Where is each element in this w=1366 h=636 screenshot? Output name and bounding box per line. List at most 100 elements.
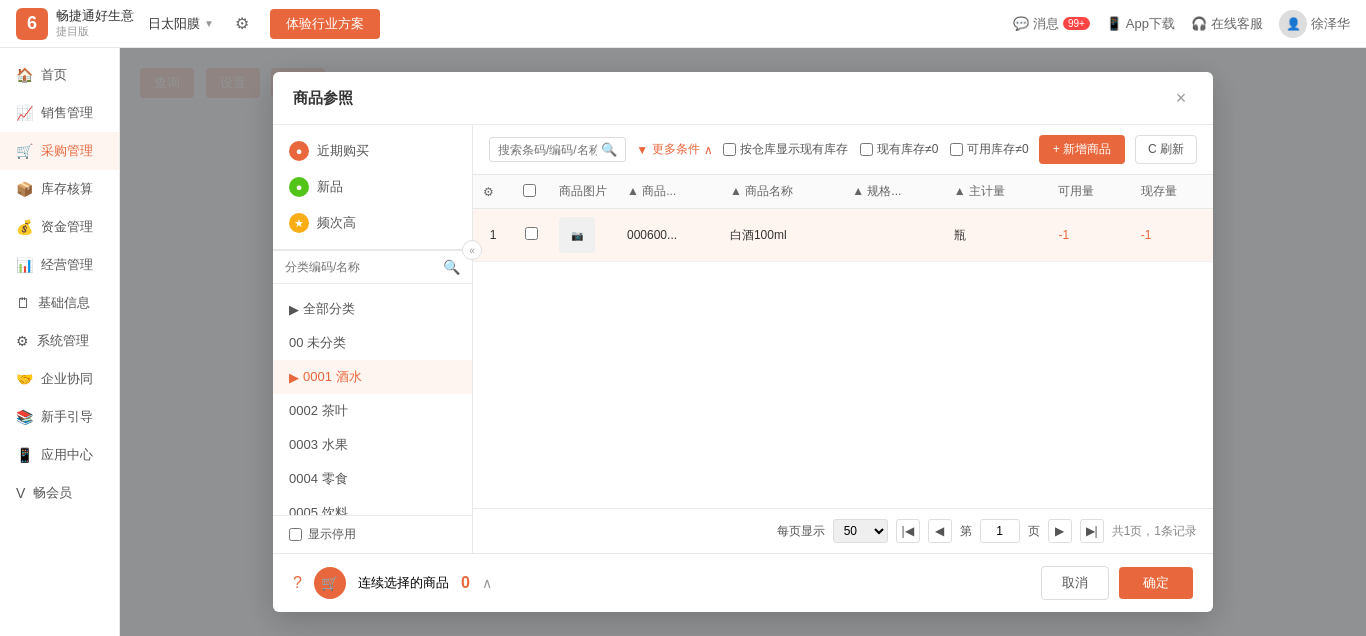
th-avail-label: 可用量 <box>1058 184 1094 198</box>
page-prev-button[interactable]: ◀ <box>928 519 952 543</box>
add-product-button[interactable]: + 新增商品 <box>1039 135 1125 164</box>
th-code[interactable]: ▲ 商品... <box>617 175 720 209</box>
inventory-icon: 📦 <box>16 181 33 197</box>
th-settings[interactable]: ⚙ <box>473 175 513 209</box>
store-arrow-icon: ▼ <box>204 18 214 29</box>
product-search-input[interactable] <box>498 143 597 157</box>
cb-warehouse-label[interactable]: 按仓库显示现有库存 <box>723 141 848 158</box>
collapse-footer-button[interactable]: ∧ <box>482 575 492 591</box>
cat-0002[interactable]: 0002 茶叶 <box>273 394 472 428</box>
brand-text: 畅捷通好生意 捷目版 <box>56 8 134 40</box>
table-row[interactable]: 1 📷 000600... 白酒100ml <box>473 209 1213 262</box>
modal-close-button[interactable]: × <box>1169 86 1193 110</box>
sidebar-label-base: 基础信息 <box>38 294 90 312</box>
collapse-left-panel-button[interactable]: « <box>462 240 482 260</box>
page-input[interactable] <box>980 519 1020 543</box>
sidebar-item-finance[interactable]: 💰 资金管理 <box>0 208 119 246</box>
cb-stock-label[interactable]: 现有库存≠0 <box>860 141 938 158</box>
sidebar-item-member[interactable]: V 畅会员 <box>0 474 119 512</box>
cat-00[interactable]: 00 未分类 <box>273 326 472 360</box>
cb-stock-ne0[interactable] <box>860 143 873 156</box>
app-download-item[interactable]: 📱 App下载 <box>1106 15 1175 33</box>
category-tree: ▶ 全部分类 00 未分类 ▶ 0001 酒水 0002 茶 <box>273 284 472 515</box>
page-last-button[interactable]: ▶| <box>1080 519 1104 543</box>
quick-nav-recent[interactable]: ● 近期购买 <box>273 133 472 169</box>
cell-avail: -1 <box>1048 209 1130 262</box>
cat-0005[interactable]: 0005 饮料 <box>273 496 472 515</box>
settings-button[interactable]: ⚙ <box>226 8 258 40</box>
page-first-button[interactable]: |◀ <box>896 519 920 543</box>
sidebar-item-apps[interactable]: 📱 应用中心 <box>0 436 119 474</box>
th-spec[interactable]: ▲ 规格... <box>842 175 944 209</box>
cat-0003-label: 0003 水果 <box>289 436 348 454</box>
cell-unit: 瓶 <box>944 209 1049 262</box>
refresh-button[interactable]: C 刷新 <box>1135 135 1197 164</box>
quick-nav-freq[interactable]: ★ 频次高 <box>273 205 472 241</box>
more-filter-button[interactable]: ▼ 更多条件 ∧ <box>636 141 713 158</box>
help-icon[interactable]: ? <box>293 574 302 592</box>
sidebar-item-base[interactable]: 🗒 基础信息 <box>0 284 119 322</box>
cb-avail-ne0[interactable] <box>950 143 963 156</box>
table-header: ⚙ 商品图片 ▲ 商品... <box>473 175 1213 209</box>
recent-icon: ● <box>289 141 309 161</box>
cb-avail-text: 可用库存≠0 <box>967 141 1028 158</box>
operation-icon: 📊 <box>16 257 33 273</box>
cat-all[interactable]: ▶ 全部分类 <box>273 292 472 326</box>
th-name[interactable]: ▲ 商品名称 <box>720 175 842 209</box>
cb-warehouse[interactable] <box>723 143 736 156</box>
cat-0003[interactable]: 0003 水果 <box>273 428 472 462</box>
product-search-icon[interactable]: 🔍 <box>601 142 617 157</box>
nav-right: 💬 消息 99+ 📱 App下载 🎧 在线客服 👤 徐泽华 <box>1013 10 1350 38</box>
cell-stock: -1 <box>1131 209 1213 262</box>
sidebar-item-collab[interactable]: 🤝 企业协同 <box>0 360 119 398</box>
user-avatar: 👤 <box>1279 10 1307 38</box>
product-table-wrap: ⚙ 商品图片 ▲ 商品... <box>473 175 1213 508</box>
logo-icon: 6 <box>16 8 48 40</box>
sidebar-item-sales[interactable]: 📈 销售管理 <box>0 94 119 132</box>
modal-footer: ? 🛒 连续选择的商品 0 ∧ 取消 确定 <box>273 553 1213 612</box>
modal-header: 商品参照 × <box>273 72 1213 125</box>
sidebar-label-member: 畅会员 <box>33 484 72 502</box>
sidebar-item-home[interactable]: 🏠 首页 <box>0 56 119 94</box>
sidebar-label-home: 首页 <box>41 66 67 84</box>
select-all-checkbox[interactable] <box>523 184 536 197</box>
page-next-button[interactable]: ▶ <box>1048 519 1072 543</box>
online-service-item[interactable]: 🎧 在线客服 <box>1191 15 1263 33</box>
category-search-icon[interactable]: 🔍 <box>443 259 460 275</box>
cb-avail-label[interactable]: 可用库存≠0 <box>950 141 1028 158</box>
modal-overlay: 商品参照 × ● 近期购买 ● <box>120 48 1366 636</box>
user-item[interactable]: 👤 徐泽华 <box>1279 10 1350 38</box>
cell-checkbox[interactable] <box>513 209 549 262</box>
trial-button[interactable]: 体验行业方案 <box>270 9 380 39</box>
sidebar-item-inventory[interactable]: 📦 库存核算 <box>0 170 119 208</box>
sidebar-item-purchase[interactable]: 🛒 采购管理 <box>0 132 119 170</box>
sidebar-item-system[interactable]: ⚙ 系统管理 <box>0 322 119 360</box>
message-item[interactable]: 💬 消息 99+ <box>1013 15 1090 33</box>
cancel-button[interactable]: 取消 <box>1041 566 1109 600</box>
page-size-select[interactable]: 10 20 50 100 <box>833 519 888 543</box>
confirm-button[interactable]: 确定 <box>1119 567 1193 599</box>
sidebar-label-apps: 应用中心 <box>41 446 93 464</box>
th-name-label: ▲ 商品名称 <box>730 184 793 198</box>
category-search-input[interactable] <box>285 260 437 274</box>
th-unit-label: ▲ 主计量 <box>954 184 1005 198</box>
row-checkbox[interactable] <box>525 227 538 240</box>
th-unit[interactable]: ▲ 主计量 <box>944 175 1049 209</box>
quick-nav: ● 近期购买 ● 新品 ★ 频次高 <box>273 125 472 250</box>
cart-icon[interactable]: 🛒 <box>314 567 346 599</box>
quick-nav-new[interactable]: ● 新品 <box>273 169 472 205</box>
sidebar-item-guide[interactable]: 📚 新手引导 <box>0 398 119 436</box>
cat-0004[interactable]: 0004 零食 <box>273 462 472 496</box>
cat-all-arrow: ▶ <box>289 302 299 317</box>
cat-0001-arrow: ▶ <box>289 370 299 385</box>
guide-icon: 📚 <box>16 409 33 425</box>
store-selector[interactable]: 日太阳膜 ▼ <box>148 15 214 33</box>
cell-name: 白酒100ml <box>720 209 842 262</box>
show-disabled-checkbox[interactable] <box>289 528 302 541</box>
th-stock-label: 现存量 <box>1141 184 1177 198</box>
table-body: 1 📷 000600... 白酒100ml <box>473 209 1213 262</box>
sidebar-item-operation[interactable]: 📊 经营管理 <box>0 246 119 284</box>
cat-0001[interactable]: ▶ 0001 酒水 <box>273 360 472 394</box>
modal-title: 商品参照 <box>293 89 353 108</box>
brand-name: 畅捷通好生意 <box>56 8 134 25</box>
